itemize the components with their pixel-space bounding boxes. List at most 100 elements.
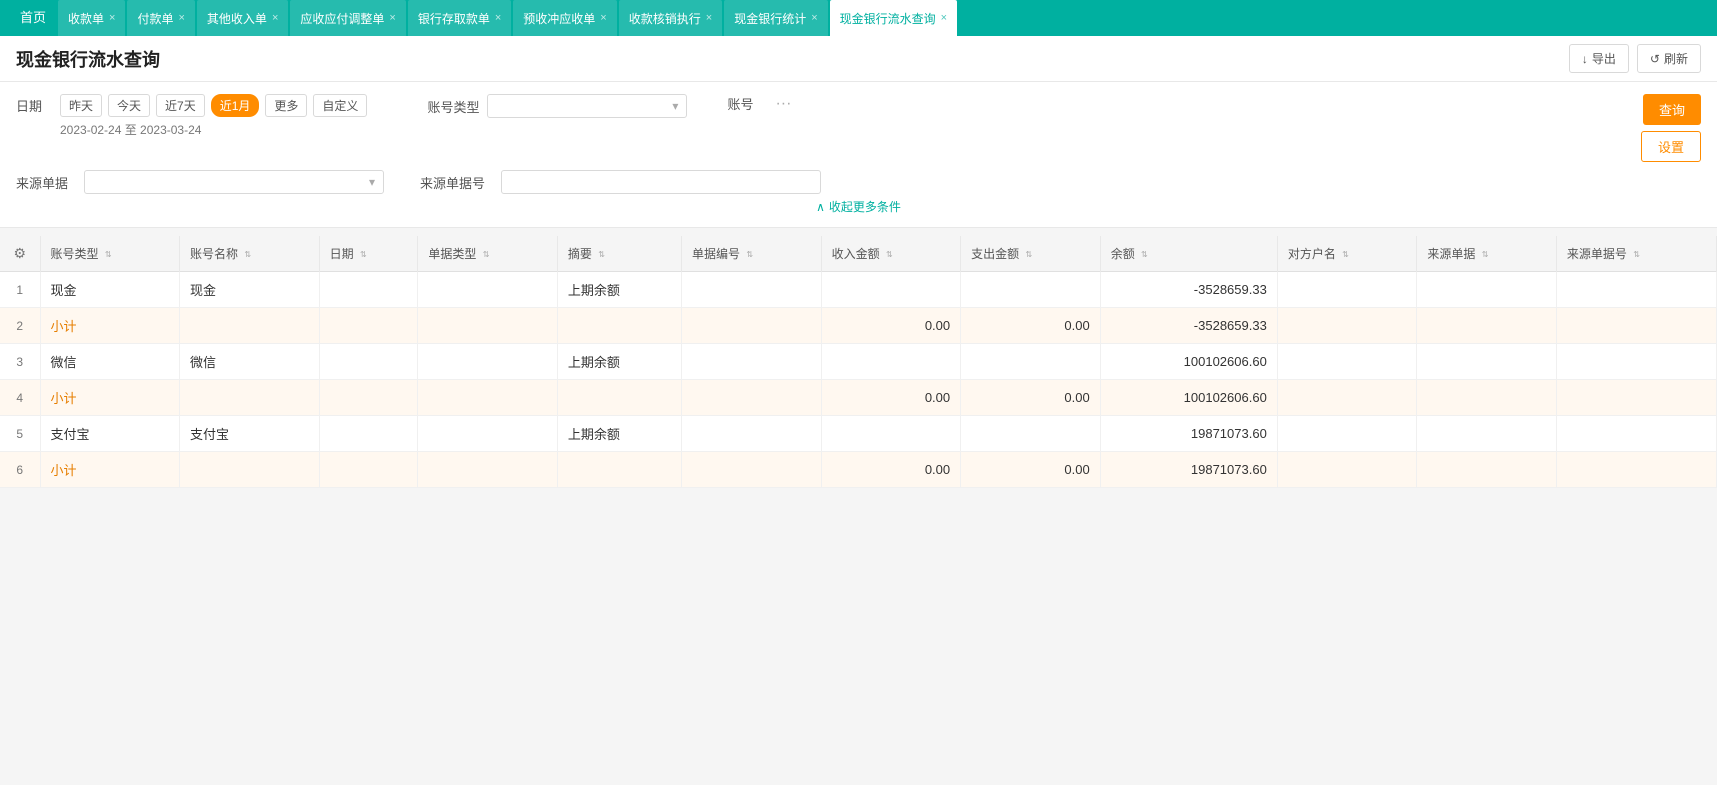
nav-tab-fukuan[interactable]: 付款单 ×	[127, 0, 194, 36]
refresh-icon: ↺	[1650, 52, 1660, 66]
row-balance: -3528659.33	[1100, 308, 1277, 344]
row-date	[319, 308, 418, 344]
row-source-doc	[1417, 308, 1557, 344]
date-btn-1month[interactable]: 近1月	[211, 94, 260, 117]
row-account-type: 小计	[40, 380, 180, 416]
close-tab-icon[interactable]: ×	[811, 12, 817, 24]
row-source-doc	[1417, 272, 1557, 308]
close-tab-icon[interactable]: ×	[600, 12, 606, 24]
source-doc-chevron-icon: ▾	[369, 175, 375, 189]
row-account-name: 现金	[180, 272, 320, 308]
nav-tab-yushou[interactable]: 预收冲应收单 ×	[513, 0, 616, 36]
col-doc-no[interactable]: 单据编号 ⇅	[682, 236, 822, 272]
row-source-doc	[1417, 416, 1557, 452]
row-source-doc-no	[1556, 380, 1716, 416]
nav-tab-hexiao[interactable]: 收款核销执行 ×	[619, 0, 722, 36]
row-num: 3	[0, 344, 40, 380]
row-source-doc-no	[1556, 344, 1716, 380]
nav-home[interactable]: 首页	[8, 0, 58, 36]
row-source-doc-no	[1556, 272, 1716, 308]
gear-icon[interactable]: ⚙	[13, 245, 26, 261]
query-button[interactable]: 查询	[1643, 94, 1701, 125]
row-income: 0.00	[821, 380, 961, 416]
col-date[interactable]: 日期 ⇅	[319, 236, 418, 272]
source-filter-row: 来源单据 ▾ 来源单据号	[16, 170, 1701, 194]
row-doc-no	[682, 308, 822, 344]
settings-button[interactable]: 设置	[1641, 131, 1701, 162]
col-source-doc-no[interactable]: 来源单据号 ⇅	[1556, 236, 1716, 272]
sort-income-icon: ⇅	[886, 250, 893, 259]
row-doc-no	[682, 416, 822, 452]
date-options: 昨天 今天 近7天 近1月 更多 自定义	[60, 94, 367, 117]
row-source-doc-no	[1556, 452, 1716, 488]
sort-doc-no-icon: ⇅	[746, 250, 753, 259]
collapse-bar[interactable]: ∧ 收起更多条件	[16, 198, 1701, 215]
row-expense: 0.00	[961, 380, 1101, 416]
row-doc-type	[418, 308, 558, 344]
sort-doc-type-icon: ⇅	[483, 250, 490, 259]
data-table: ⚙ 账号类型 ⇅ 账号名称 ⇅ 日期 ⇅ 单据类型 ⇅	[0, 236, 1717, 488]
close-tab-icon[interactable]: ×	[109, 12, 115, 24]
account-type-label: 账号类型	[427, 97, 479, 116]
close-tab-icon[interactable]: ×	[495, 12, 501, 24]
source-doc-no-input[interactable]	[501, 170, 821, 194]
col-source-doc[interactable]: 来源单据 ⇅	[1417, 236, 1557, 272]
col-counterpart[interactable]: 对方户名 ⇅	[1277, 236, 1417, 272]
row-summary: 上期余额	[557, 344, 681, 380]
date-btn-today[interactable]: 今天	[108, 94, 150, 117]
col-doc-type[interactable]: 单据类型 ⇅	[418, 236, 558, 272]
collapse-icon: ∧	[816, 200, 825, 214]
row-num: 6	[0, 452, 40, 488]
nav-tab-cunkuantan[interactable]: 银行存取款单 ×	[408, 0, 511, 36]
table-header-row: ⚙ 账号类型 ⇅ 账号名称 ⇅ 日期 ⇅ 单据类型 ⇅	[0, 236, 1717, 272]
close-tab-icon[interactable]: ×	[272, 12, 278, 24]
row-balance: 19871073.60	[1100, 416, 1277, 452]
row-counterpart	[1277, 452, 1417, 488]
date-range-display: 2023-02-24 至 2023-03-24	[60, 123, 201, 137]
row-summary: 上期余额	[557, 416, 681, 452]
account-type-select[interactable]: ▾	[487, 94, 687, 118]
close-tab-icon[interactable]: ×	[706, 12, 712, 24]
source-doc-select[interactable]: ▾	[84, 170, 384, 194]
row-date	[319, 344, 418, 380]
row-expense: 0.00	[961, 308, 1101, 344]
account-dots-icon[interactable]: ···	[775, 95, 791, 113]
nav-tab-tiaozhendan[interactable]: 应收应付调整单 ×	[290, 0, 405, 36]
row-doc-type	[418, 416, 558, 452]
sort-source-doc-icon: ⇅	[1482, 250, 1489, 259]
nav-tab-qitashoru[interactable]: 其他收入单 ×	[197, 0, 288, 36]
close-active-tab-icon[interactable]: ×	[941, 12, 947, 24]
row-account-name: 微信	[180, 344, 320, 380]
export-button[interactable]: ↓ 导出	[1569, 44, 1629, 73]
nav-tab-tongji[interactable]: 现金银行统计 ×	[724, 0, 827, 36]
date-btn-custom[interactable]: 自定义	[313, 94, 367, 117]
row-account-type: 小计	[40, 308, 180, 344]
refresh-button[interactable]: ↺ 刷新	[1637, 44, 1701, 73]
row-source-doc	[1417, 380, 1557, 416]
nav-tab-shoukuan[interactable]: 收款单 ×	[58, 0, 125, 36]
source-doc-no-label: 来源单据号	[420, 173, 485, 192]
row-summary	[557, 380, 681, 416]
table-row: 1现金现金上期余额-3528659.33	[0, 272, 1717, 308]
col-summary[interactable]: 摘要 ⇅	[557, 236, 681, 272]
row-balance: 100102606.60	[1100, 344, 1277, 380]
date-btn-yesterday[interactable]: 昨天	[60, 94, 102, 117]
table-row: 5支付宝支付宝上期余额19871073.60	[0, 416, 1717, 452]
col-expense[interactable]: 支出金额 ⇅	[961, 236, 1101, 272]
col-account-name[interactable]: 账号名称 ⇅	[180, 236, 320, 272]
close-tab-icon[interactable]: ×	[178, 12, 184, 24]
col-balance[interactable]: 余额 ⇅	[1100, 236, 1277, 272]
col-account-type[interactable]: 账号类型 ⇅	[40, 236, 180, 272]
row-summary	[557, 308, 681, 344]
nav-tab-liushui[interactable]: 现金银行流水查询 ×	[830, 0, 957, 36]
close-tab-icon[interactable]: ×	[389, 12, 395, 24]
row-account-name: 支付宝	[180, 416, 320, 452]
row-income	[821, 416, 961, 452]
row-summary: 上期余额	[557, 272, 681, 308]
row-doc-no	[682, 452, 822, 488]
row-source-doc-no	[1556, 416, 1716, 452]
col-income[interactable]: 收入金额 ⇅	[821, 236, 961, 272]
date-btn-7days[interactable]: 近7天	[156, 94, 205, 117]
row-account-name	[180, 380, 320, 416]
date-btn-more[interactable]: 更多	[265, 94, 307, 117]
